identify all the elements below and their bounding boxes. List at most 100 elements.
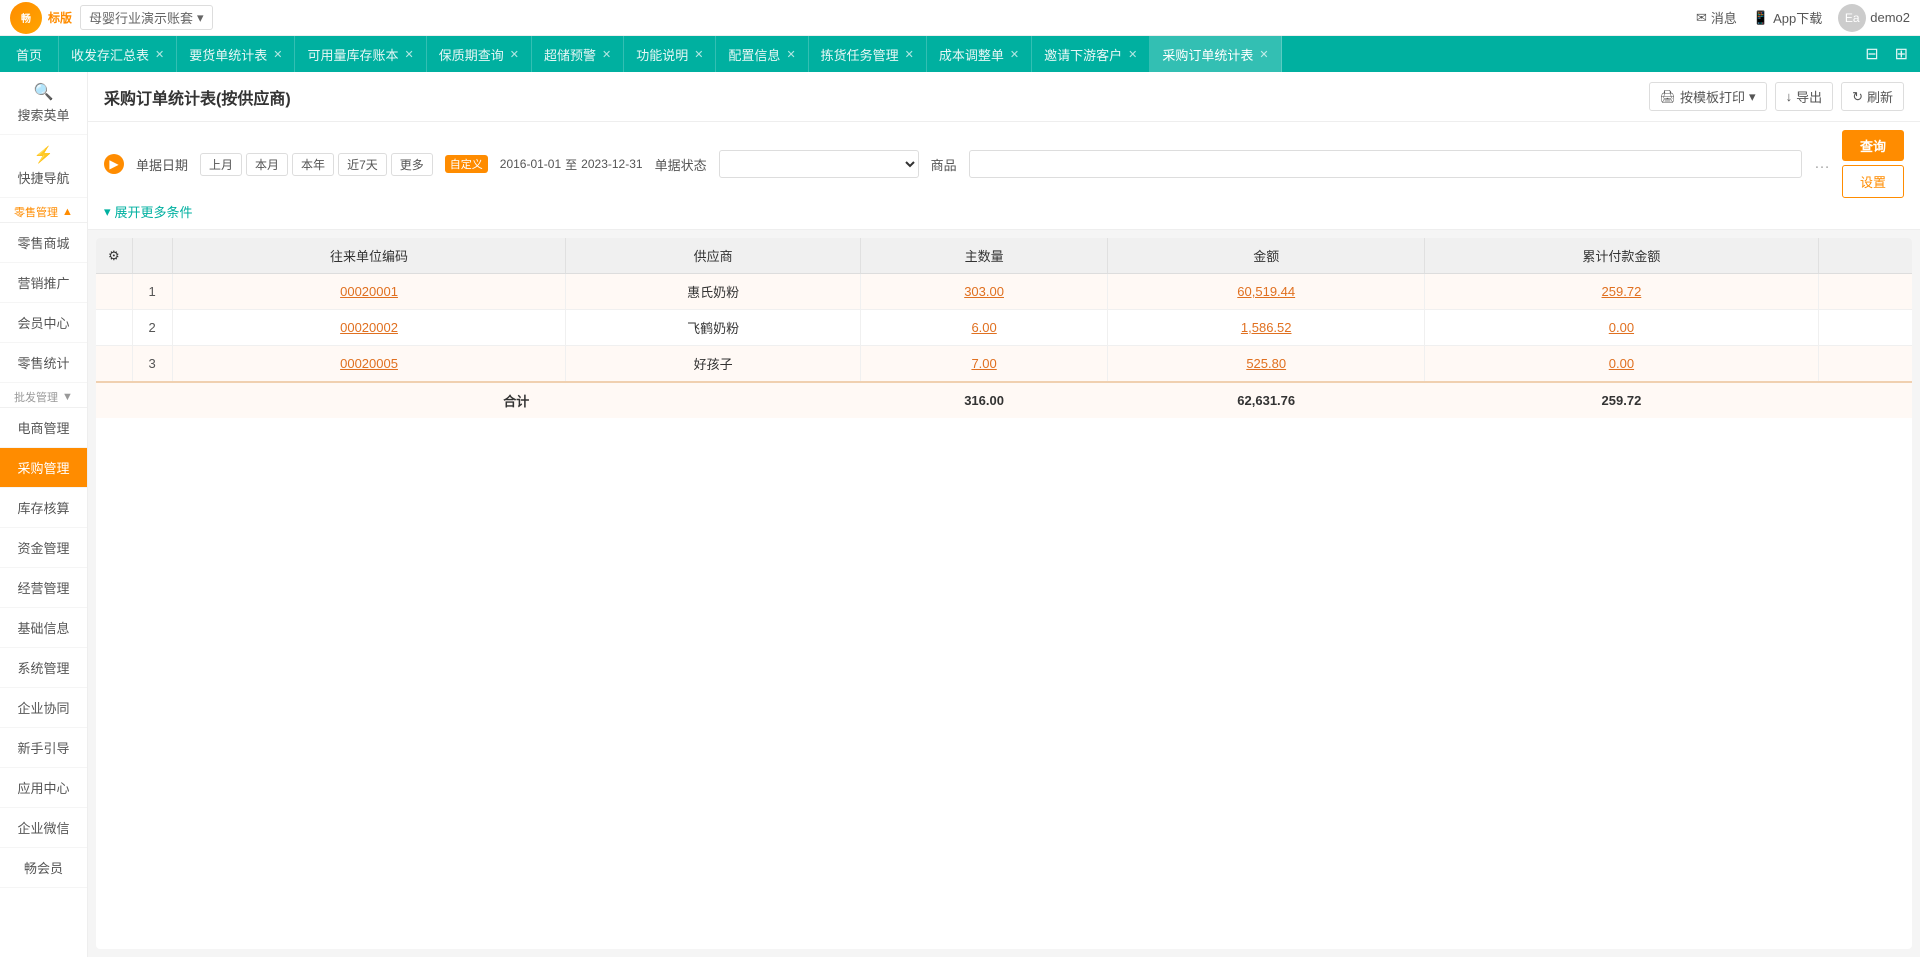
sidebar-item-enterprise-wechat[interactable]: 企业微信	[0, 808, 87, 848]
tab-cost-adjust[interactable]: 成本调整单 ✕	[927, 36, 1032, 72]
qty-link[interactable]: 303.00	[964, 284, 1004, 299]
paid-amount-link[interactable]: 0.00	[1609, 356, 1634, 371]
template-print-button[interactable]: 🖨 按模板打印 ▾	[1649, 82, 1767, 111]
expand-more-btn[interactable]: ▾ 展开更多条件	[104, 202, 1904, 221]
close-icon[interactable]: ✕	[694, 48, 703, 61]
sidebar-item-label: 零售统计	[17, 353, 69, 372]
footer-qty-cell: 316.00	[860, 382, 1108, 418]
user-menu[interactable]: Ea demo2	[1838, 4, 1910, 32]
sidebar-item-newcomer[interactable]: 新手引导	[0, 728, 87, 768]
amount-link[interactable]: 1,586.52	[1241, 320, 1292, 335]
date-btn-this-year[interactable]: 本年	[292, 153, 334, 176]
date-btn-this-month[interactable]: 本月	[246, 153, 288, 176]
col-settings[interactable]: ⚙	[96, 238, 132, 274]
date-btn-more[interactable]: 更多	[391, 153, 433, 176]
sidebar-item-basic-info[interactable]: 基础信息	[0, 608, 87, 648]
tab-expiry-query[interactable]: 保质期查询 ✕	[427, 36, 532, 72]
refresh-button[interactable]: ↻ 刷新	[1841, 82, 1904, 111]
settings-button[interactable]: 设置	[1842, 165, 1904, 198]
sidebar-section-wholesale[interactable]: 批发管理 ▼	[0, 383, 87, 408]
tab-pick-task[interactable]: 拣货任务管理 ✕	[809, 36, 927, 72]
goods-input[interactable]	[969, 150, 1802, 178]
unit-code-link[interactable]: 00020001	[340, 284, 398, 299]
filter-toggle-arrow[interactable]: ▶	[104, 154, 124, 174]
query-button[interactable]: 查询	[1842, 130, 1904, 161]
sidebar-item-retail-stats[interactable]: 零售统计	[0, 343, 87, 383]
print-icon: 🖨	[1660, 89, 1677, 105]
sidebar-item-label: 会员中心	[17, 313, 69, 332]
goods-more-icon[interactable]: …	[1814, 155, 1830, 173]
sidebar-item-inventory[interactable]: 库存核算	[0, 488, 87, 528]
close-icon[interactable]: ✕	[1128, 48, 1137, 61]
tab-invite-downstream[interactable]: 邀请下游客户 ✕	[1032, 36, 1150, 72]
maximize-icon[interactable]: ⊞	[1891, 40, 1912, 68]
paid-amount-link[interactable]: 0.00	[1609, 320, 1634, 335]
sidebar-section-retail[interactable]: 零售管理 ▲	[0, 198, 87, 223]
unit-code-link[interactable]: 00020002	[340, 320, 398, 335]
tab-function-desc[interactable]: 功能说明 ✕	[624, 36, 716, 72]
footer-label-cell: 合计	[172, 382, 860, 418]
tab-config-info[interactable]: 配置信息 ✕	[716, 36, 808, 72]
sidebar-item-app-center[interactable]: 应用中心	[0, 768, 87, 808]
unit-code-link[interactable]: 00020005	[340, 356, 398, 371]
sidebar-item-enterprise[interactable]: 企业协同	[0, 688, 87, 728]
amount-link[interactable]: 525.80	[1246, 356, 1286, 371]
close-icon[interactable]: ✕	[1010, 48, 1019, 61]
sidebar-item-member[interactable]: 会员中心	[0, 303, 87, 343]
app-download-btn[interactable]: 📱 App下载	[1753, 8, 1822, 27]
date-btn-7days[interactable]: 近7天	[338, 153, 387, 176]
content-area: 采购订单统计表(按供应商) 🖨 按模板打印 ▾ ↓ 导出 ↻ 刷新	[88, 72, 1920, 957]
status-select[interactable]	[719, 150, 919, 178]
custom-date-badge: 自定义	[445, 155, 488, 173]
close-icon[interactable]: ✕	[405, 48, 414, 61]
tab-receive-summary[interactable]: 收发存汇总表 ✕	[59, 36, 177, 72]
sidebar-item-retail-mall[interactable]: 零售商城	[0, 223, 87, 263]
footer-num-cell	[132, 382, 172, 418]
tab-home[interactable]: 首页	[0, 36, 59, 72]
date-btn-last-month[interactable]: 上月	[200, 153, 242, 176]
sidebar-item-system[interactable]: 系统管理	[0, 648, 87, 688]
close-icon[interactable]: ✕	[155, 48, 164, 61]
sidebar-item-search[interactable]: 🔍 搜索英单	[0, 72, 87, 135]
close-icon[interactable]: ✕	[273, 48, 282, 61]
qty-link[interactable]: 7.00	[971, 356, 996, 371]
tab-purchase-summary[interactable]: 采购订单统计表 ✕	[1150, 36, 1281, 72]
tab-available-stock[interactable]: 可用量库存账本 ✕	[295, 36, 426, 72]
cell-settings	[96, 274, 132, 310]
col-paid-amount: 累计付款金额	[1425, 238, 1819, 274]
filter-row-1: ▶ 单据日期 上月 本月 本年 近7天 更多 自定义 2016-01-01 至 …	[104, 130, 1904, 198]
chevron-down-icon: ▼	[62, 391, 73, 403]
export-button[interactable]: ↓ 导出	[1775, 82, 1834, 111]
sidebar-item-ecommerce[interactable]: 电商管理	[0, 408, 87, 448]
sidebar-item-label: 系统管理	[17, 658, 69, 677]
sidebar-item-member-card[interactable]: 畅会员	[0, 848, 87, 888]
qty-link[interactable]: 6.00	[971, 320, 996, 335]
message-btn[interactable]: ✉ 消息	[1696, 8, 1737, 27]
sidebar-item-label: 企业协同	[17, 698, 69, 717]
table-body: 1 00020001 惠氏奶粉 303.00 60,519.44 259.72	[96, 274, 1912, 383]
cell-supplier: 好孩子	[566, 346, 860, 383]
table-row: 1 00020001 惠氏奶粉 303.00 60,519.44 259.72	[96, 274, 1912, 310]
footer-paid-cell: 259.72	[1425, 382, 1819, 418]
tab-order-summary[interactable]: 要货单统计表 ✕	[177, 36, 295, 72]
close-icon[interactable]: ✕	[510, 48, 519, 61]
close-icon[interactable]: ✕	[905, 48, 914, 61]
close-icon[interactable]: ✕	[786, 48, 795, 61]
amount-link[interactable]: 60,519.44	[1237, 284, 1295, 299]
paid-amount-link[interactable]: 259.72	[1602, 284, 1642, 299]
sidebar-item-purchase[interactable]: 采购管理	[0, 448, 87, 488]
minimize-icon[interactable]: ⊟	[1861, 40, 1882, 68]
sidebar-item-operations[interactable]: 经营管理	[0, 568, 87, 608]
cell-supplier: 惠氏奶粉	[566, 274, 860, 310]
sidebar-item-quick-nav[interactable]: ⚡ 快捷导航	[0, 135, 87, 198]
sidebar-item-finance[interactable]: 资金管理	[0, 528, 87, 568]
workspace-selector[interactable]: 母婴行业演示账套 ▾	[80, 5, 213, 30]
top-bar-left: 畅 标版 母婴行业演示账套 ▾	[10, 2, 213, 34]
close-icon[interactable]: ✕	[1259, 48, 1268, 61]
sidebar-item-marketing[interactable]: 营销推广	[0, 263, 87, 303]
close-icon[interactable]: ✕	[602, 48, 611, 61]
cell-settings	[96, 346, 132, 383]
tab-overstock-warning[interactable]: 超储预警 ✕	[532, 36, 624, 72]
cell-supplier: 飞鹤奶粉	[566, 310, 860, 346]
cell-empty	[1818, 346, 1912, 383]
